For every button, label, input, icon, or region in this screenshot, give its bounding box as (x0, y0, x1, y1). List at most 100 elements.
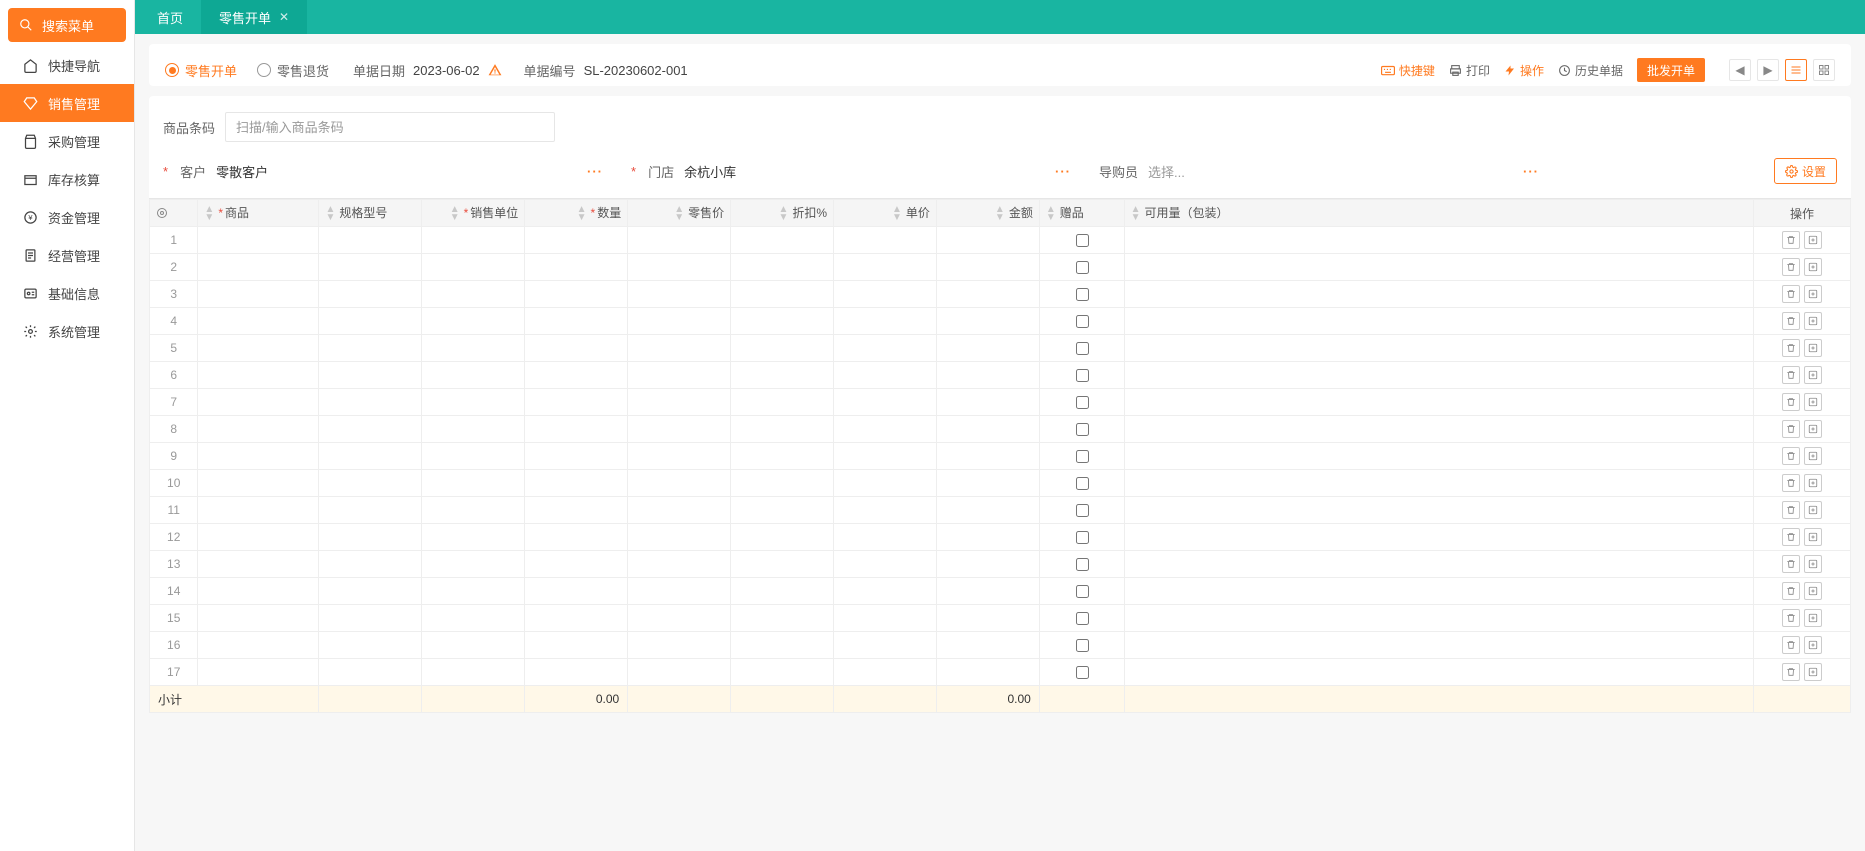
cell-price[interactable] (834, 308, 937, 335)
cell-discount[interactable] (731, 308, 834, 335)
cell-qty[interactable] (525, 308, 628, 335)
cell-discount[interactable] (731, 227, 834, 254)
cell-price[interactable] (834, 578, 937, 605)
cell-unit[interactable] (422, 281, 525, 308)
col-spec[interactable]: 规格型号 (319, 200, 422, 227)
cell-retail[interactable] (628, 578, 731, 605)
cell-amount[interactable] (936, 632, 1039, 659)
delete-row-button[interactable] (1782, 393, 1800, 411)
sidebar-item-2[interactable]: 采购管理 (0, 122, 134, 160)
cell-gift[interactable] (1039, 497, 1124, 524)
gift-checkbox[interactable] (1076, 261, 1089, 274)
delete-row-button[interactable] (1782, 663, 1800, 681)
cell-amount[interactable] (936, 605, 1039, 632)
delete-row-button[interactable] (1782, 420, 1800, 438)
cell-gift[interactable] (1039, 578, 1124, 605)
cell-qty[interactable] (525, 632, 628, 659)
cell-product[interactable] (198, 605, 319, 632)
cell-product[interactable] (198, 659, 319, 686)
cell-price[interactable] (834, 659, 937, 686)
cell-qty[interactable] (525, 470, 628, 497)
barcode-input[interactable] (225, 112, 555, 142)
cell-amount[interactable] (936, 254, 1039, 281)
gift-checkbox[interactable] (1076, 234, 1089, 247)
cell-qty[interactable] (525, 389, 628, 416)
table-row[interactable]: 17 (150, 659, 1851, 686)
cell-gift[interactable] (1039, 254, 1124, 281)
cell-product[interactable] (198, 524, 319, 551)
delete-row-button[interactable] (1782, 258, 1800, 276)
cell-spec[interactable] (319, 227, 422, 254)
cell-discount[interactable] (731, 605, 834, 632)
cell-product[interactable] (198, 227, 319, 254)
add-row-button[interactable] (1804, 663, 1822, 681)
cell-spec[interactable] (319, 659, 422, 686)
print-link[interactable]: 打印 (1449, 62, 1490, 79)
cell-discount[interactable] (731, 551, 834, 578)
add-row-button[interactable] (1804, 258, 1822, 276)
cell-gift[interactable] (1039, 659, 1124, 686)
customer-field[interactable]: * 客户 零散客户 ··· (163, 162, 603, 181)
guide-field[interactable]: 导购员 选择... ··· (1099, 162, 1539, 181)
table-row[interactable]: 15 (150, 605, 1851, 632)
cell-discount[interactable] (731, 470, 834, 497)
gift-checkbox[interactable] (1076, 423, 1089, 436)
add-row-button[interactable] (1804, 474, 1822, 492)
batch-order-button[interactable]: 批发开单 (1637, 58, 1705, 82)
cell-gift[interactable] (1039, 281, 1124, 308)
col-discount[interactable]: 折扣% (731, 200, 834, 227)
doc-type-option-1[interactable]: 零售退货 (257, 61, 329, 80)
cell-unit[interactable] (422, 227, 525, 254)
cell-gift[interactable] (1039, 551, 1124, 578)
cell-gift[interactable] (1039, 362, 1124, 389)
cell-price[interactable] (834, 362, 937, 389)
cell-retail[interactable] (628, 335, 731, 362)
cell-product[interactable] (198, 281, 319, 308)
cell-spec[interactable] (319, 578, 422, 605)
warn-icon[interactable] (488, 63, 502, 77)
cell-qty[interactable] (525, 362, 628, 389)
cell-price[interactable] (834, 497, 937, 524)
col-unit[interactable]: *销售单位 (422, 200, 525, 227)
gift-checkbox[interactable] (1076, 639, 1089, 652)
action-link[interactable]: 操作 (1504, 62, 1544, 79)
table-row[interactable]: 10 (150, 470, 1851, 497)
guide-picker-icon[interactable]: ··· (1523, 164, 1539, 179)
cell-unit[interactable] (422, 443, 525, 470)
cell-amount[interactable] (936, 389, 1039, 416)
table-row[interactable]: 8 (150, 416, 1851, 443)
settings-button[interactable]: 设置 (1774, 158, 1837, 184)
cell-price[interactable] (834, 281, 937, 308)
cell-amount[interactable] (936, 281, 1039, 308)
cell-unit[interactable] (422, 524, 525, 551)
delete-row-button[interactable] (1782, 609, 1800, 627)
col-product[interactable]: *商品 (198, 200, 319, 227)
cell-unit[interactable] (422, 632, 525, 659)
cell-discount[interactable] (731, 443, 834, 470)
cell-price[interactable] (834, 389, 937, 416)
cell-retail[interactable] (628, 524, 731, 551)
gift-checkbox[interactable] (1076, 396, 1089, 409)
sidebar-item-3[interactable]: 库存核算 (0, 160, 134, 198)
cell-gift[interactable] (1039, 524, 1124, 551)
gift-checkbox[interactable] (1076, 504, 1089, 517)
cell-product[interactable] (198, 308, 319, 335)
cell-gift[interactable] (1039, 470, 1124, 497)
cell-product[interactable] (198, 497, 319, 524)
col-amount[interactable]: 金额 (936, 200, 1039, 227)
delete-row-button[interactable] (1782, 447, 1800, 465)
cell-qty[interactable] (525, 416, 628, 443)
add-row-button[interactable] (1804, 528, 1822, 546)
cell-discount[interactable] (731, 578, 834, 605)
add-row-button[interactable] (1804, 312, 1822, 330)
add-row-button[interactable] (1804, 285, 1822, 303)
col-gear[interactable] (150, 200, 198, 227)
cell-discount[interactable] (731, 524, 834, 551)
gift-checkbox[interactable] (1076, 288, 1089, 301)
cell-product[interactable] (198, 443, 319, 470)
cell-discount[interactable] (731, 362, 834, 389)
cell-unit[interactable] (422, 578, 525, 605)
sidebar-item-0[interactable]: 快捷导航 (0, 46, 134, 84)
cell-spec[interactable] (319, 497, 422, 524)
cell-gift[interactable] (1039, 443, 1124, 470)
